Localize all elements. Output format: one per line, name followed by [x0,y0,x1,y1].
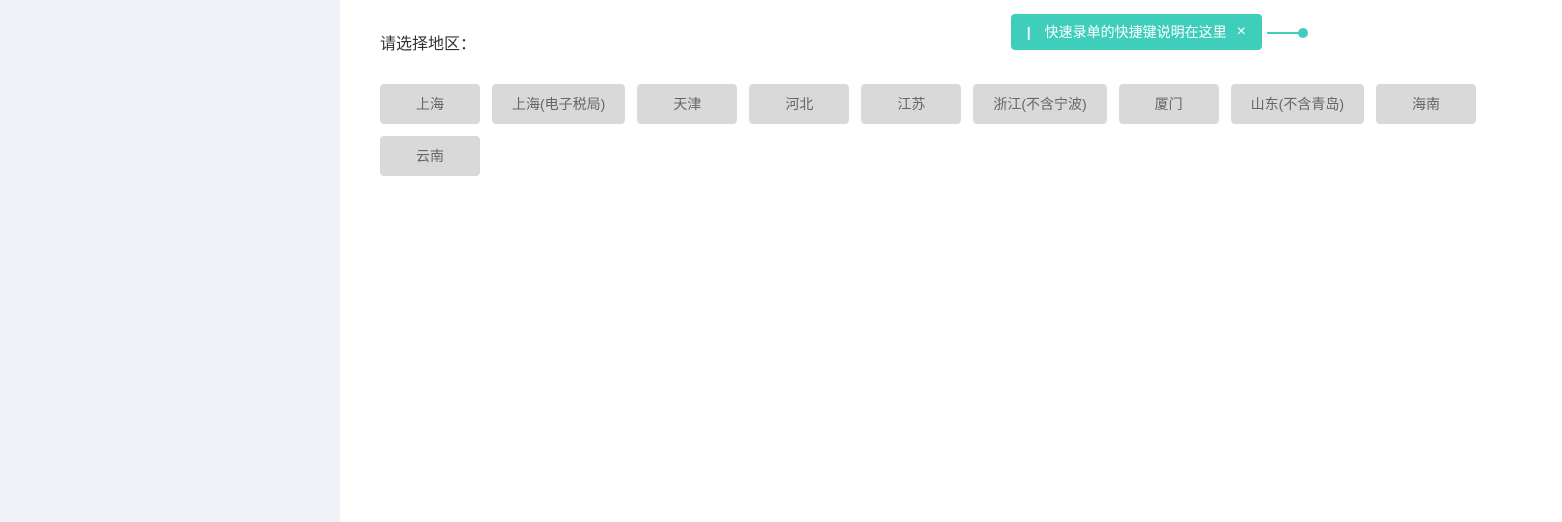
region-button-xiamen[interactable]: 厦门 [1119,84,1219,124]
tooltip-close-button[interactable]: × [1237,23,1246,41]
region-button-jiangsu[interactable]: 江苏 [861,84,961,124]
region-button-shanghai[interactable]: 上海 [380,84,480,124]
region-button-zhejiang[interactable]: 浙江(不含宁波) [973,84,1106,124]
region-button-tianjin[interactable]: 天津 [637,84,737,124]
region-button-yunnan[interactable]: 云南 [380,136,480,176]
tooltip-banner: 快速录单的快捷键说明在这里 × [1011,14,1262,50]
region-button-shanghai-etax[interactable]: 上海(电子税局) [492,84,625,124]
region-button-hebei[interactable]: 河北 [749,84,849,124]
tooltip-text: 快速录单的快捷键说明在这里 [1045,22,1227,42]
main-content: 请选择地区： 上海上海(电子税局) 天津河北江苏浙江(不含宁波) 厦门山东(不含青岛… [340,0,1562,522]
region-button-hainan[interactable]: 海南 [1376,84,1476,124]
region-buttons: 上海上海(电子税局) 天津河北江苏浙江(不含宁波) 厦门山东(不含青岛) 海南云南 [380,84,1522,176]
left-sidebar [0,0,340,522]
region-button-shandong[interactable]: 山东(不含青岛) [1231,84,1364,124]
page-title: 请选择地区： [380,30,1522,54]
tooltip-dot [1298,28,1308,38]
